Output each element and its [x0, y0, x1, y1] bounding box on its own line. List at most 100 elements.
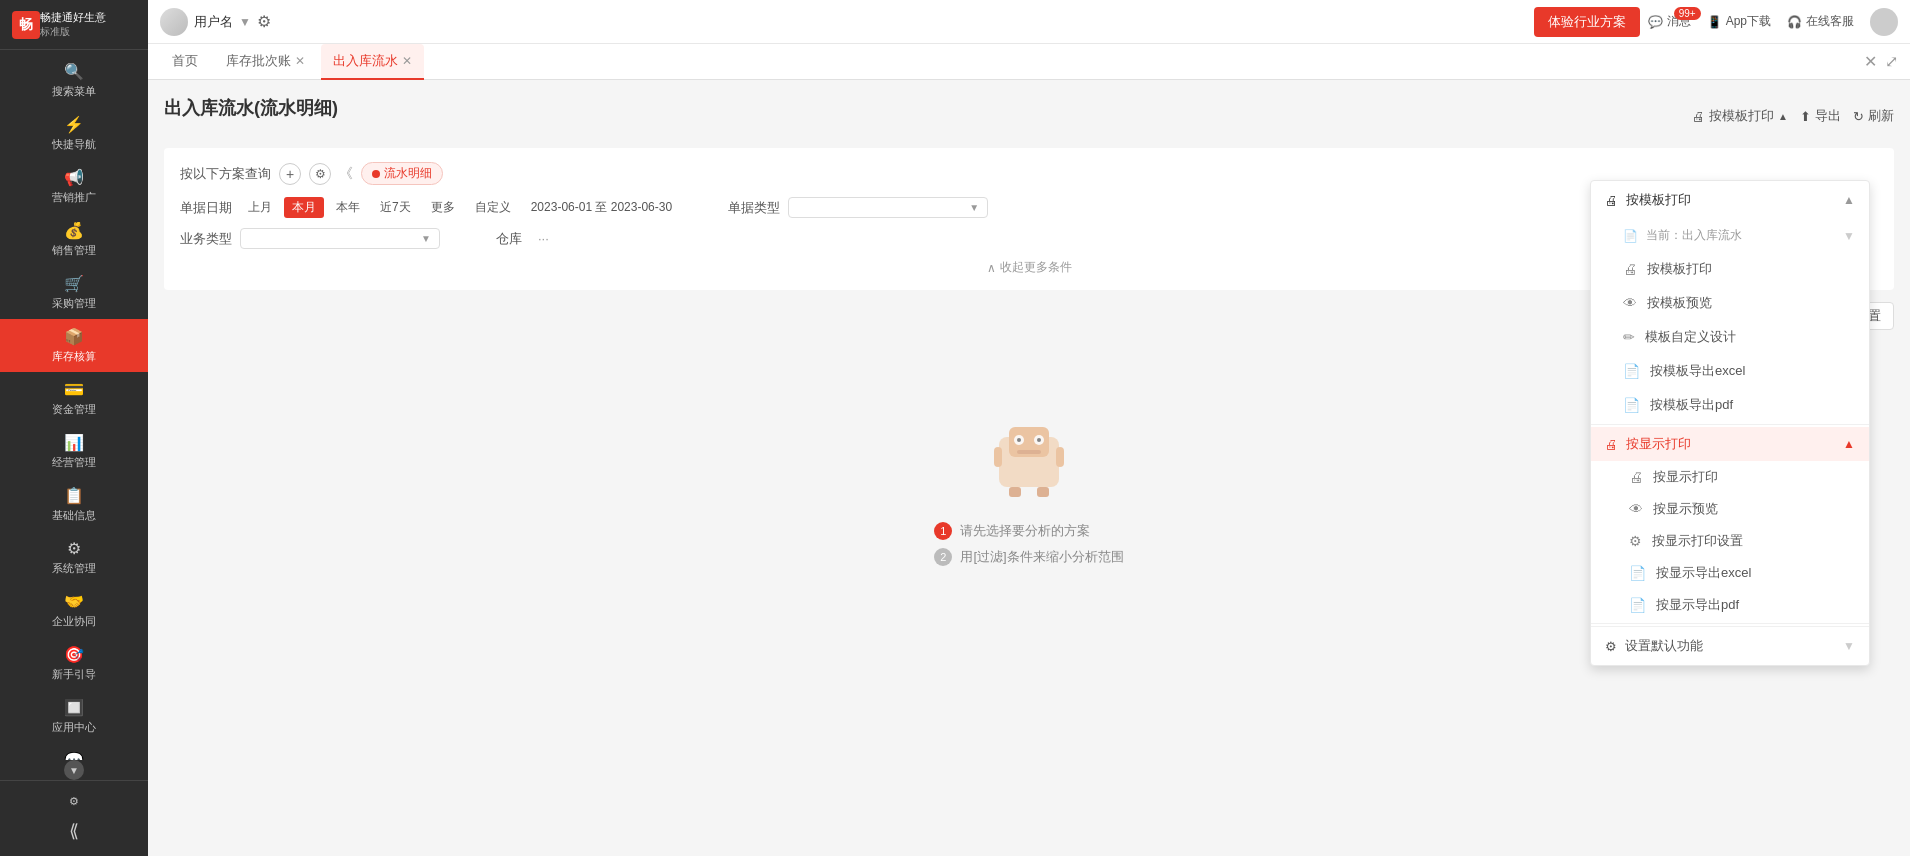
- template-export-pdf-item[interactable]: 📄 按模板导出pdf: [1591, 388, 1869, 422]
- display-print-item[interactable]: 🖨 按显示打印: [1591, 461, 1869, 493]
- warehouse-field: 仓库 ···: [496, 230, 549, 248]
- industry-btn[interactable]: 体验行业方案: [1534, 7, 1640, 37]
- sidebar-item-cooperation[interactable]: 🤝企业协同: [0, 584, 148, 637]
- step-num-2: 2: [934, 548, 952, 566]
- sidebar-item-inventory[interactable]: 📦库存核算: [0, 319, 148, 372]
- date-option-last7[interactable]: 近7天: [372, 197, 419, 218]
- sidebar-nav: 🔍搜索菜单 ⚡快捷导航 📢营销推广 💰销售管理 🛒采购管理 📦库存核算 💳资金管…: [0, 50, 148, 760]
- display-preview-item[interactable]: 👁 按显示预览: [1591, 493, 1869, 525]
- biz-type-select[interactable]: ▼: [240, 228, 440, 249]
- filter-add-btn[interactable]: +: [279, 163, 301, 185]
- display-print-settings-icon: ⚙: [1629, 533, 1642, 549]
- template-print-section-header[interactable]: 🖨 按模板打印 ▲: [1591, 181, 1869, 219]
- template-pdf-icon: 📄: [1623, 397, 1640, 413]
- sidebar-item-marketing[interactable]: 📢营销推广: [0, 160, 148, 213]
- display-print-header-icon: 🖨: [1605, 437, 1618, 452]
- date-option-this-year[interactable]: 本年: [328, 197, 368, 218]
- sidebar-bottom: ⚙ ⟪: [0, 780, 148, 856]
- tab-flow[interactable]: 出入库流水 ✕: [321, 44, 424, 80]
- user-name: 用户名: [194, 13, 233, 31]
- date-options: 上月 本月 本年 近7天 更多 自定义: [240, 197, 519, 218]
- warehouse-more-btn[interactable]: ···: [538, 231, 549, 246]
- date-field: 单据日期 上月 本月 本年 近7天 更多 自定义 2023-06-01 至 20…: [180, 197, 672, 218]
- close-window-btn[interactable]: ✕: [1864, 52, 1877, 71]
- empty-step-2: 2 用[过滤]条件来缩小分析范围: [934, 548, 1123, 566]
- search-icon: 🔍: [64, 62, 84, 81]
- refresh-icon: ↻: [1853, 109, 1864, 124]
- date-option-current-month[interactable]: 本月: [284, 197, 324, 218]
- template-preview-icon: 👁: [1623, 295, 1637, 311]
- filter-collapse-btn[interactable]: 《: [339, 165, 353, 183]
- biz-type-label: 业务类型: [180, 230, 232, 248]
- user-dropdown-btn[interactable]: ▼: [239, 15, 251, 29]
- template-customize-icon: ✏: [1623, 329, 1635, 345]
- sidebar-item-purchase[interactable]: 🛒采购管理: [0, 266, 148, 319]
- display-export-excel-item[interactable]: 📄 按显示导出excel: [1591, 557, 1869, 589]
- display-pdf-icon: 📄: [1629, 597, 1646, 613]
- refresh-btn[interactable]: ↻ 刷新: [1853, 107, 1894, 125]
- sidebar-item-system[interactable]: ⚙系统管理: [0, 531, 148, 584]
- template-print-label: 🖨 按模板打印: [1605, 191, 1691, 209]
- doc-type-chevron-down: ▼: [969, 202, 979, 213]
- display-print-icon: 🖨: [1629, 469, 1643, 485]
- date-option-prev-month[interactable]: 上月: [240, 197, 280, 218]
- online-service-btn[interactable]: 🎧 在线客服: [1787, 13, 1854, 30]
- settings-gear-icon: ⚙: [69, 795, 79, 808]
- svg-rect-8: [1056, 447, 1064, 467]
- warehouse-label: 仓库: [496, 230, 522, 248]
- display-export-pdf-item[interactable]: 📄 按显示导出pdf: [1591, 589, 1869, 621]
- tab-flow-close[interactable]: ✕: [402, 54, 412, 68]
- set-default-item[interactable]: ⚙ 设置默认功能 ▼: [1591, 626, 1869, 665]
- printer-icon: 🖨: [1605, 193, 1618, 208]
- doc-type-field: 单据类型 ▼: [728, 197, 988, 218]
- logo: 畅 畅捷通好生意 标准版: [0, 0, 148, 50]
- template-export-excel-item[interactable]: 📄 按模板导出excel: [1591, 354, 1869, 388]
- sidebar-item-operations[interactable]: 📊经营管理: [0, 425, 148, 478]
- sidebar-scroll-down[interactable]: ▼: [64, 760, 84, 780]
- sidebar-item-wechat[interactable]: 💬企业微信: [0, 743, 148, 760]
- user-avatar-right[interactable]: [1870, 8, 1898, 36]
- template-print-item[interactable]: 🖨 按模板打印: [1591, 252, 1869, 286]
- tab-batch-account[interactable]: 库存批次账 ✕: [214, 44, 317, 80]
- logo-icon: 畅: [12, 11, 40, 39]
- sidebar-item-appstore[interactable]: 🔲应用中心: [0, 690, 148, 743]
- tabbar: 首页 库存批次账 ✕ 出入库流水 ✕ ✕ ⤢: [148, 44, 1910, 80]
- system-icon: ⚙: [67, 539, 81, 558]
- sidebar-item-guide[interactable]: 🎯新手引导: [0, 637, 148, 690]
- export-btn[interactable]: ⬆ 导出: [1800, 107, 1841, 125]
- filter-tag-water-detail[interactable]: 流水明细: [361, 162, 443, 185]
- template-customize-item[interactable]: ✏ 模板自定义设计: [1591, 320, 1869, 354]
- sidebar-item-finance[interactable]: 💳资金管理: [0, 372, 148, 425]
- expand-window-btn[interactable]: ⤢: [1885, 52, 1898, 71]
- app-download-btn[interactable]: 📱 App下载: [1707, 13, 1771, 30]
- marketing-icon: 📢: [64, 168, 84, 187]
- message-btn[interactable]: 💬 消息 99+: [1648, 13, 1691, 30]
- tab-home[interactable]: 首页: [160, 44, 210, 80]
- sidebar-item-sales[interactable]: 💰销售管理: [0, 213, 148, 266]
- purchase-icon: 🛒: [64, 274, 84, 293]
- set-default-label: ⚙ 设置默认功能: [1605, 637, 1703, 655]
- inventory-icon: 📦: [64, 327, 84, 346]
- sidebar-settings-btn[interactable]: ⚙: [0, 789, 148, 814]
- set-default-icon: ⚙: [1605, 639, 1617, 654]
- display-print-section-header[interactable]: 🖨 按显示打印 ▲: [1591, 427, 1869, 461]
- doc-type-select[interactable]: ▼: [788, 197, 988, 218]
- sidebar-item-quick-nav[interactable]: ⚡快捷导航: [0, 107, 148, 160]
- topbar-gear-icon[interactable]: ⚙: [257, 12, 271, 31]
- display-print-settings-item[interactable]: ⚙ 按显示打印设置: [1591, 525, 1869, 557]
- content-area: 出入库流水(流水明细) 🖨 按模板打印 ▲ ⬆ 导出 ↻ 刷新: [148, 80, 1910, 856]
- sidebar-item-search[interactable]: 🔍搜索菜单: [0, 54, 148, 107]
- current-template-item[interactable]: 📄 当前：出入库流水 ▼: [1591, 219, 1869, 252]
- sidebar-item-basics[interactable]: 📋基础信息: [0, 478, 148, 531]
- tab-batch-account-close[interactable]: ✕: [295, 54, 305, 68]
- main-area: 用户名 ▼ ⚙ 体验行业方案 💬 消息 99+ 📱 App下载 🎧 在线客服 首…: [148, 0, 1910, 856]
- page-title: 出入库流水(流水明细): [164, 96, 338, 120]
- filter-gear-btn[interactable]: ⚙: [309, 163, 331, 185]
- date-option-custom[interactable]: 自定义: [467, 197, 519, 218]
- template-preview-item[interactable]: 👁 按模板预览: [1591, 286, 1869, 320]
- message-badge: 99+: [1674, 7, 1701, 20]
- sidebar-collapse-btn[interactable]: ⟪: [0, 814, 148, 848]
- print-btn[interactable]: 🖨 按模板打印 ▲: [1692, 107, 1788, 125]
- date-option-more[interactable]: 更多: [423, 197, 463, 218]
- collapse-more-btn[interactable]: ∧ 收起更多条件: [987, 259, 1072, 276]
